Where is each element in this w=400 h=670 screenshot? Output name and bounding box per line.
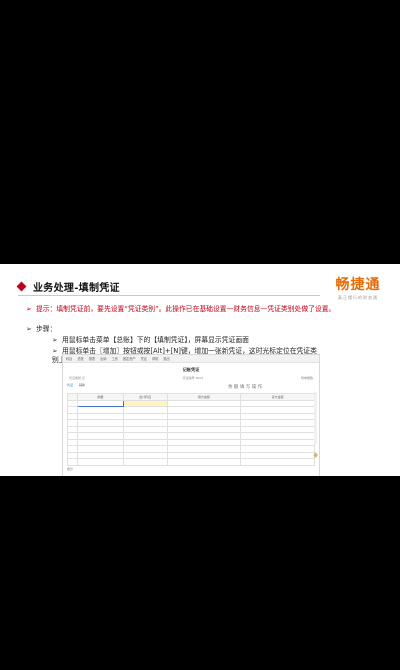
steps-heading: ➢ 步骤： (26, 325, 56, 334)
diamond-bullet-icon (16, 281, 27, 291)
tab-voucher[interactable]: 凭证 (67, 383, 73, 387)
voucher-number: 凭证编号 0001 (182, 376, 204, 380)
voucher-info: 凭证类别 记 凭证编号 0001 附单据数 (63, 373, 319, 380)
app-menubar: 科目 总账 报表 出纳 工资 固定资产 凭证 帮助 退出 (63, 355, 319, 363)
voucher-screenshot: 科目 总账 报表 出纳 工资 固定资产 凭证 帮助 退出 记账凭证 凭证类别 记… (62, 354, 320, 476)
slide: 业务处理-填制凭证 畅捷通 真正懂行的财务通 ➢ 提示：填制凭证前，要先设置“凭证… (0, 264, 400, 476)
step-text: 用鼠标单击菜单【总账】下的【填制凭证】，屏幕显示凭证画面 (62, 336, 249, 344)
table-row (67, 458, 315, 466)
title-underline (18, 295, 320, 296)
step-item: ➢ 用鼠标单击菜单【总账】下的【填制凭证】，屏幕显示凭证画面 (52, 336, 322, 345)
total-label: 合计 (67, 467, 74, 471)
menu-item[interactable]: 工资 (112, 356, 118, 361)
tip-text: 提示：填制凭证前，要先设置“凭证类别”。此操作已在基础设置—财务信息—凭证类别处… (36, 305, 336, 313)
arrow-bullet-icon: ➢ (52, 336, 58, 344)
voucher-tabs: 凭证 辅助 (63, 380, 319, 387)
voucher-grid: 摘要 会计科目 借方金额 贷方金额 (67, 393, 315, 466)
slide-title: 业务处理-填制凭证 (33, 282, 120, 294)
decoration-icon: ♦ (312, 451, 320, 460)
menu-item[interactable]: 科目 (66, 356, 72, 361)
attachment-count-field[interactable]: 附单据数 (301, 376, 313, 380)
arrow-bullet-icon: ➢ (26, 325, 32, 333)
logo-slogan: 真正懂行的财务通 (338, 295, 378, 300)
tip-bullet: ➢ 提示：填制凭证前，要先设置“凭证类别”。此操作已在基础设置—财务信息—凭证类别… (26, 305, 341, 314)
menu-item[interactable]: 退出 (163, 356, 169, 361)
tab-auxiliary[interactable]: 辅助 (79, 383, 85, 387)
voucher-type-field[interactable]: 凭证类别 记 (69, 376, 85, 380)
arrow-bullet-icon: ➢ (26, 305, 32, 313)
menu-item[interactable]: 帮助 (152, 356, 158, 361)
steps-label: 步骤： (36, 325, 57, 333)
menu-item[interactable]: 总账 (77, 356, 83, 361)
slide-title-row: 业务处理-填制凭证 (16, 279, 120, 294)
menu-item[interactable]: 固定资产 (123, 356, 136, 361)
brand-logo: 畅捷通 真正懂行的财务通 (328, 274, 388, 301)
arrow-bullet-icon: ➢ (52, 347, 58, 355)
menu-item[interactable]: 报表 (89, 356, 95, 361)
logo-text: 畅捷通 (335, 277, 381, 293)
menu-item[interactable]: 出纳 (100, 356, 106, 361)
side-toolbar[interactable]: 余 额 填 写 操 作 (228, 384, 262, 390)
menu-item[interactable]: 凭证 (141, 356, 147, 361)
scrollbar[interactable] (314, 392, 317, 444)
